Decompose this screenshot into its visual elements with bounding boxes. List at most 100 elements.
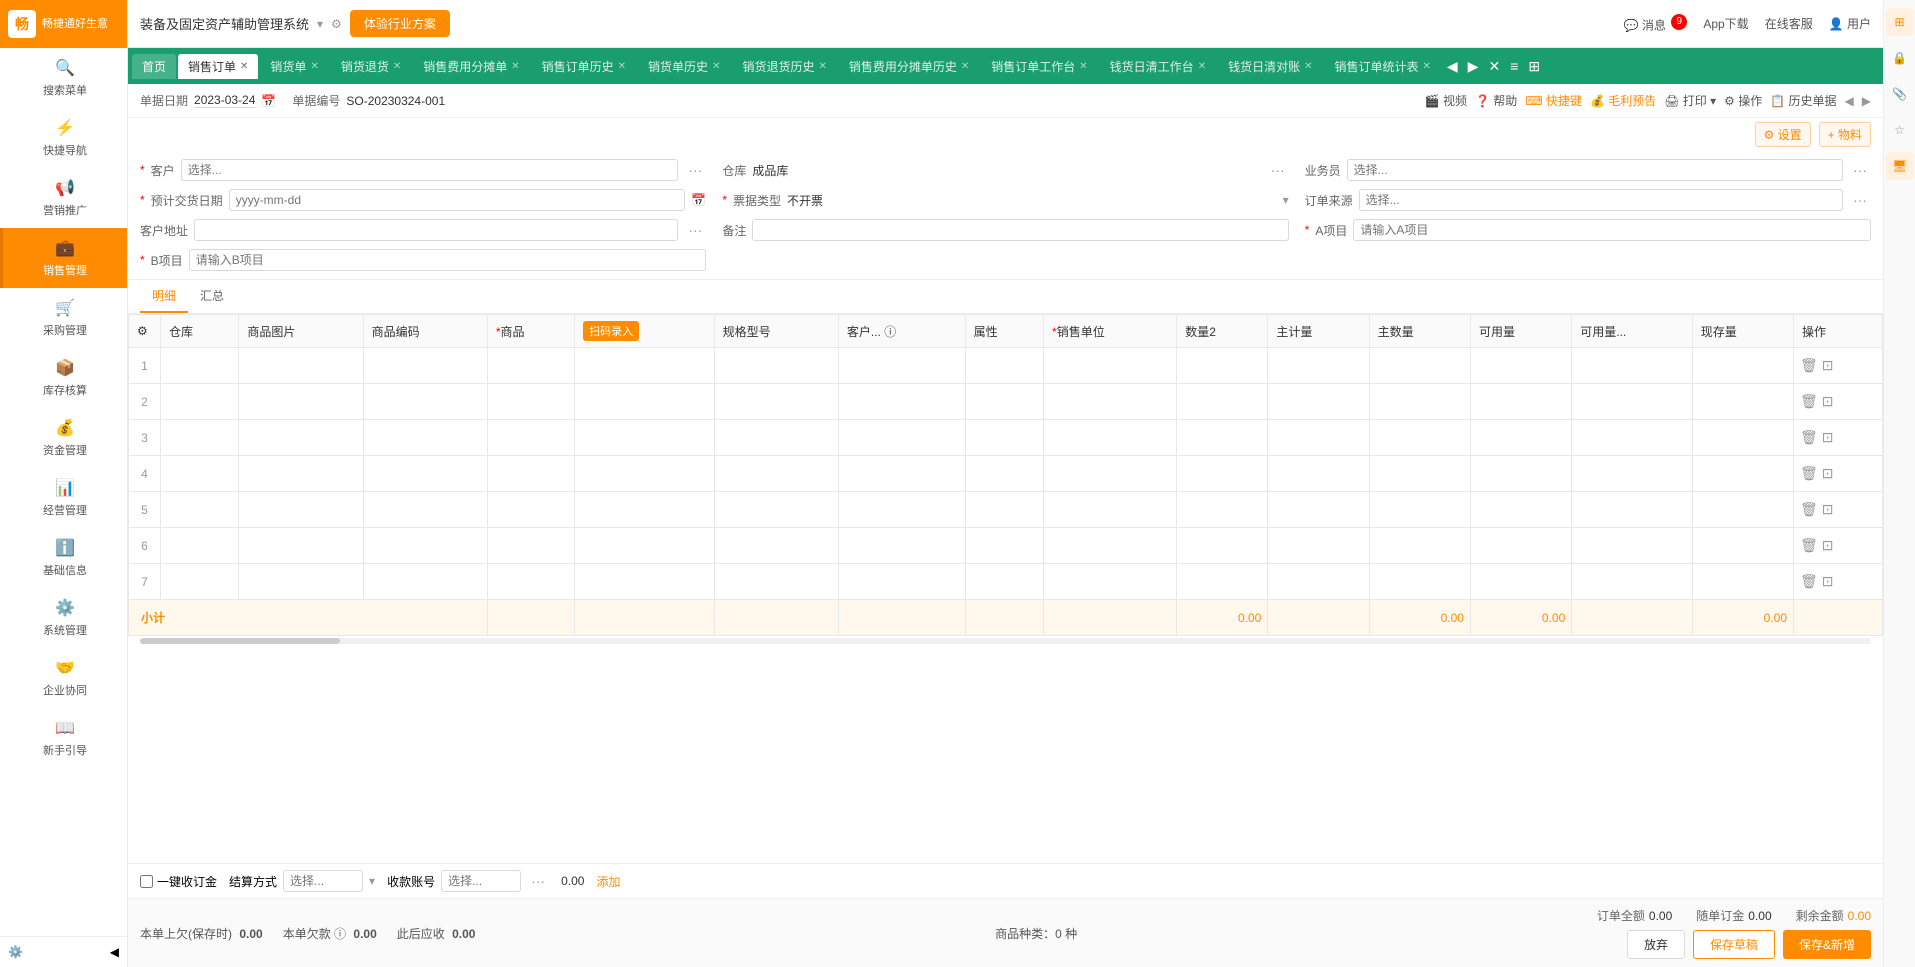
row-available2-6[interactable] [1572,564,1692,600]
sidebar-item-库存核算[interactable]: 📦库存核算 [0,348,127,408]
row-main-qty-3[interactable] [1369,456,1470,492]
shortcut-btn[interactable]: ⌨ 快捷键 [1525,92,1582,109]
row-warehouse-5[interactable] [161,528,239,564]
remark-input[interactable] [752,219,1288,241]
row-attr-6[interactable] [965,564,1043,600]
row-available-4[interactable] [1470,492,1571,528]
row-stock-2[interactable] [1692,420,1793,456]
calendar-icon[interactable]: 📅 [261,94,276,108]
row-stock-4[interactable] [1692,492,1793,528]
row-main-measure-2[interactable] [1268,420,1369,456]
row-main-qty-1[interactable] [1369,384,1470,420]
row-available2-4[interactable] [1572,492,1692,528]
salesperson-input[interactable] [1347,159,1843,181]
online-service-btn[interactable]: 在线客服 [1765,15,1813,32]
delete-btn-1[interactable]: 🗑 [1800,393,1818,410]
tab-detail[interactable]: 明细 [140,280,188,313]
scan-btn[interactable]: 扫码录入 [583,321,639,341]
row-unit-6[interactable] [1044,564,1177,600]
row-unit-2[interactable] [1044,420,1177,456]
tab-item-8[interactable]: 销售费用分摊单历史✕ [839,54,979,79]
row-stock-6[interactable] [1692,564,1793,600]
row-product-5[interactable] [487,528,574,564]
date-value[interactable]: 2023-03-24 [194,93,255,108]
row-product-6[interactable] [487,564,574,600]
row-stock-0[interactable] [1692,348,1793,384]
row-attr-0[interactable] [965,348,1043,384]
row-available2-0[interactable] [1572,348,1692,384]
tab-close-12[interactable]: ✕ [1423,61,1431,72]
row-spec-0[interactable] [714,348,838,384]
row-spec-6[interactable] [714,564,838,600]
row-customer-1[interactable] [838,384,965,420]
tab-close-all-btn[interactable]: ✕ [1484,56,1504,77]
chevron-down-icon[interactable]: ▾ [317,17,323,31]
print-btn[interactable]: 🖨 打印 ▾ [1664,92,1716,109]
delete-btn-0[interactable]: 🗑 [1800,357,1818,374]
row-attr-4[interactable] [965,492,1043,528]
tab-item-7[interactable]: 销货退货历史✕ [732,54,836,79]
row-code-3[interactable] [363,456,487,492]
tab-item-2[interactable]: 销货单✕ [260,54,328,79]
copy-btn-3[interactable]: ⊡ [1822,465,1834,482]
discard-btn[interactable]: 放弃 [1627,930,1685,959]
save-draft-btn[interactable]: 保存草稿 [1693,930,1775,959]
one-click-checkbox[interactable] [140,875,153,888]
row-qty2-6[interactable] [1177,564,1268,600]
row-spec-3[interactable] [714,456,838,492]
tab-expand-btn[interactable]: ⊞ [1524,56,1544,77]
row-product-4[interactable] [487,492,574,528]
row-product-2[interactable] [487,420,574,456]
footer-add-btn[interactable]: 添加 [596,873,620,890]
tab-prev-btn[interactable]: ◀ [1443,56,1462,77]
sidebar-item-新手引导[interactable]: 📖新手引导 [0,708,127,768]
row-available-3[interactable] [1470,456,1571,492]
scrollbar-track[interactable] [140,638,1871,644]
row-warehouse-1[interactable] [161,384,239,420]
row-unit-4[interactable] [1044,492,1177,528]
tab-close-6[interactable]: ✕ [712,61,720,72]
payment-method-input[interactable] [283,870,363,892]
row-spec-2[interactable] [714,420,838,456]
row-unit-5[interactable] [1044,528,1177,564]
user-avatar[interactable]: 👤 用户 [1829,15,1871,32]
delete-btn-3[interactable]: 🗑 [1800,465,1818,482]
right-icon-star[interactable]: ☆ [1886,116,1914,144]
tab-item-6[interactable]: 销货单历史✕ [638,54,730,79]
row-available-2[interactable] [1470,420,1571,456]
tab-item-0[interactable]: 首页 [132,54,176,79]
tab-item-4[interactable]: 销售费用分摊单✕ [413,54,529,79]
row-spec-1[interactable] [714,384,838,420]
tab-close-4[interactable]: ✕ [511,61,519,72]
row-stock-1[interactable] [1692,384,1793,420]
row-customer-6[interactable] [838,564,965,600]
copy-btn-1[interactable]: ⊡ [1822,393,1834,410]
order-source-input[interactable] [1359,189,1843,211]
salesperson-more-btn[interactable]: ··· [1849,162,1871,178]
delete-btn-5[interactable]: 🗑 [1800,537,1818,554]
sidebar-item-采购管理[interactable]: 🛒采购管理 [0,288,127,348]
app-download-btn[interactable]: App下载 [1703,15,1748,32]
row-available2-5[interactable] [1572,528,1692,564]
tab-close-5[interactable]: ✕ [618,61,626,72]
tab-close-8[interactable]: ✕ [961,61,969,72]
row-unit-3[interactable] [1044,456,1177,492]
row-unit-0[interactable] [1044,348,1177,384]
row-main-measure-3[interactable] [1268,456,1369,492]
customer-more-btn[interactable]: ··· [684,162,706,178]
tab-item-12[interactable]: 销售订单统计表✕ [1324,54,1440,79]
row-qty2-1[interactable] [1177,384,1268,420]
row-customer-3[interactable] [838,456,965,492]
row-product-1[interactable] [487,384,574,420]
warehouse-more-btn[interactable]: ··· [1267,162,1289,178]
row-attr-3[interactable] [965,456,1043,492]
row-product-0[interactable] [487,348,574,384]
project-a-input[interactable] [1353,219,1871,241]
sidebar-item-经营管理[interactable]: 📊经营管理 [0,468,127,528]
tab-next-btn[interactable]: ▶ [1464,56,1483,77]
col-scan[interactable]: 扫码录入 [575,315,715,348]
tab-item-10[interactable]: 钱货日清工作台✕ [1100,54,1216,79]
row-attr-2[interactable] [965,420,1043,456]
row-customer-0[interactable] [838,348,965,384]
settings-icon[interactable]: ⚙️ [8,945,23,959]
